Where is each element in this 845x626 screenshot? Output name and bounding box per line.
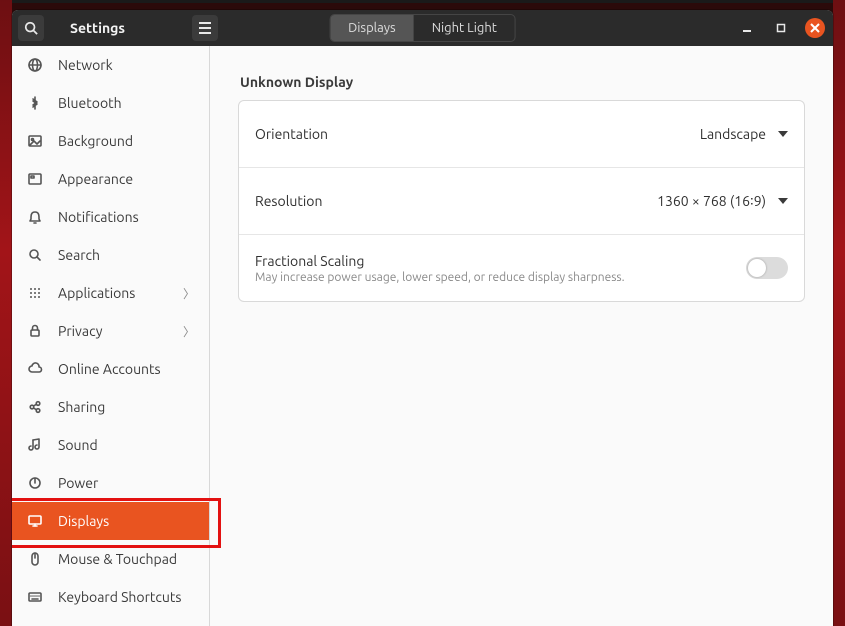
maximize-icon	[776, 23, 786, 33]
keyboard-icon	[26, 588, 44, 606]
sidebar-item-applications[interactable]: Applications 〉	[12, 274, 209, 312]
tab-displays-label: Displays	[348, 21, 396, 35]
toggle-knob	[748, 259, 766, 277]
fractional-scaling-label: Fractional Scaling	[255, 253, 746, 269]
resolution-value: 1360 × 768 (16∶9)	[657, 193, 766, 210]
chevron-down-icon	[778, 198, 788, 204]
bluetooth-icon	[26, 94, 44, 112]
display-icon	[26, 512, 44, 530]
window-close-button[interactable]	[805, 18, 825, 38]
hamburger-menu-button[interactable]	[192, 15, 218, 41]
tab-displays[interactable]: Displays	[330, 15, 414, 41]
search-icon	[26, 246, 44, 264]
sidebar-item-search[interactable]: Search	[12, 236, 209, 274]
sidebar-item-label: Background	[58, 133, 195, 149]
search-icon	[24, 21, 38, 35]
sidebar-item-label: Keyboard Shortcuts	[58, 589, 195, 605]
titlebar: Settings Displays Night Light	[12, 10, 833, 46]
grid-icon	[26, 284, 44, 302]
header-tabs: Displays Night Light	[329, 14, 516, 42]
chevron-down-icon	[778, 131, 788, 137]
sidebar-item-network[interactable]: Network	[12, 46, 209, 84]
resolution-label: Resolution	[255, 193, 495, 209]
display-settings-panel: Orientation Landscape Resolution 1360 × …	[238, 100, 805, 302]
chevron-right-icon: 〉	[183, 285, 195, 302]
sidebar-item-label: Network	[58, 57, 195, 73]
sidebar-item-label: Privacy	[58, 323, 169, 339]
window-minimize-button[interactable]	[737, 18, 757, 38]
sidebar-item-label: Search	[58, 247, 195, 263]
lock-icon	[26, 322, 44, 340]
sidebar-item-label: Power	[58, 475, 195, 491]
bell-icon	[26, 208, 44, 226]
cloud-icon	[26, 360, 44, 378]
globe-icon	[26, 56, 44, 74]
sidebar-item-label: Bluetooth	[58, 95, 195, 111]
mouse-icon	[26, 550, 44, 568]
chevron-right-icon: 〉	[183, 323, 195, 340]
appearance-icon	[26, 170, 44, 188]
sidebar-item-displays[interactable]: Displays	[12, 502, 209, 540]
sidebar-item-label: Displays	[58, 513, 195, 529]
sidebar-item-label: Notifications	[58, 209, 195, 225]
window-title: Settings	[70, 20, 125, 36]
sidebar-item-label: Online Accounts	[58, 361, 195, 377]
section-title: Unknown Display	[240, 74, 805, 90]
minimize-icon	[742, 23, 752, 33]
sidebar-item-bluetooth[interactable]: Bluetooth	[12, 84, 209, 122]
sidebar-item-power[interactable]: Power	[12, 464, 209, 502]
fractional-scaling-sub: May increase power usage, lower speed, o…	[255, 271, 746, 284]
background-icon	[26, 132, 44, 150]
orientation-label: Orientation	[255, 126, 495, 142]
sidebar: Network Bluetooth Background Appearance Noti…	[12, 46, 210, 626]
settings-window: Settings Displays Night Light	[12, 10, 833, 626]
sidebar-item-label: Mouse & Touchpad	[58, 551, 195, 567]
main-content: Unknown Display Orientation Landscape Re…	[210, 46, 833, 626]
fractional-scaling-row: Fractional Scaling May increase power us…	[239, 234, 804, 301]
sidebar-item-notifications[interactable]: Notifications	[12, 198, 209, 236]
power-icon	[26, 474, 44, 492]
sidebar-item-background[interactable]: Background	[12, 122, 209, 160]
sidebar-item-label: Applications	[58, 285, 169, 301]
fractional-scaling-toggle[interactable]	[746, 257, 788, 279]
sidebar-item-label: Appearance	[58, 171, 195, 187]
share-icon	[26, 398, 44, 416]
sidebar-item-sound[interactable]: Sound	[12, 426, 209, 464]
resolution-row[interactable]: Resolution 1360 × 768 (16∶9)	[239, 167, 804, 234]
search-button[interactable]	[18, 15, 44, 41]
hamburger-icon	[198, 22, 212, 34]
orientation-row[interactable]: Orientation Landscape	[239, 101, 804, 167]
tab-night-light[interactable]: Night Light	[414, 15, 515, 41]
note-icon	[26, 436, 44, 454]
desktop-edge-left	[0, 0, 12, 626]
sidebar-item-label: Sharing	[58, 399, 195, 415]
tab-night-light-label: Night Light	[432, 21, 497, 35]
window-maximize-button[interactable]	[771, 18, 791, 38]
orientation-value: Landscape	[700, 126, 766, 142]
sidebar-item-sharing[interactable]: Sharing	[12, 388, 209, 426]
close-icon	[810, 23, 820, 33]
sidebar-item-privacy[interactable]: Privacy 〉	[12, 312, 209, 350]
sidebar-item-mouse[interactable]: Mouse & Touchpad	[12, 540, 209, 578]
desktop-edge-right	[833, 0, 845, 626]
sidebar-item-online-accounts[interactable]: Online Accounts	[12, 350, 209, 388]
sidebar-item-appearance[interactable]: Appearance	[12, 160, 209, 198]
sidebar-item-keyboard[interactable]: Keyboard Shortcuts	[12, 578, 209, 616]
sidebar-item-label: Sound	[58, 437, 195, 453]
